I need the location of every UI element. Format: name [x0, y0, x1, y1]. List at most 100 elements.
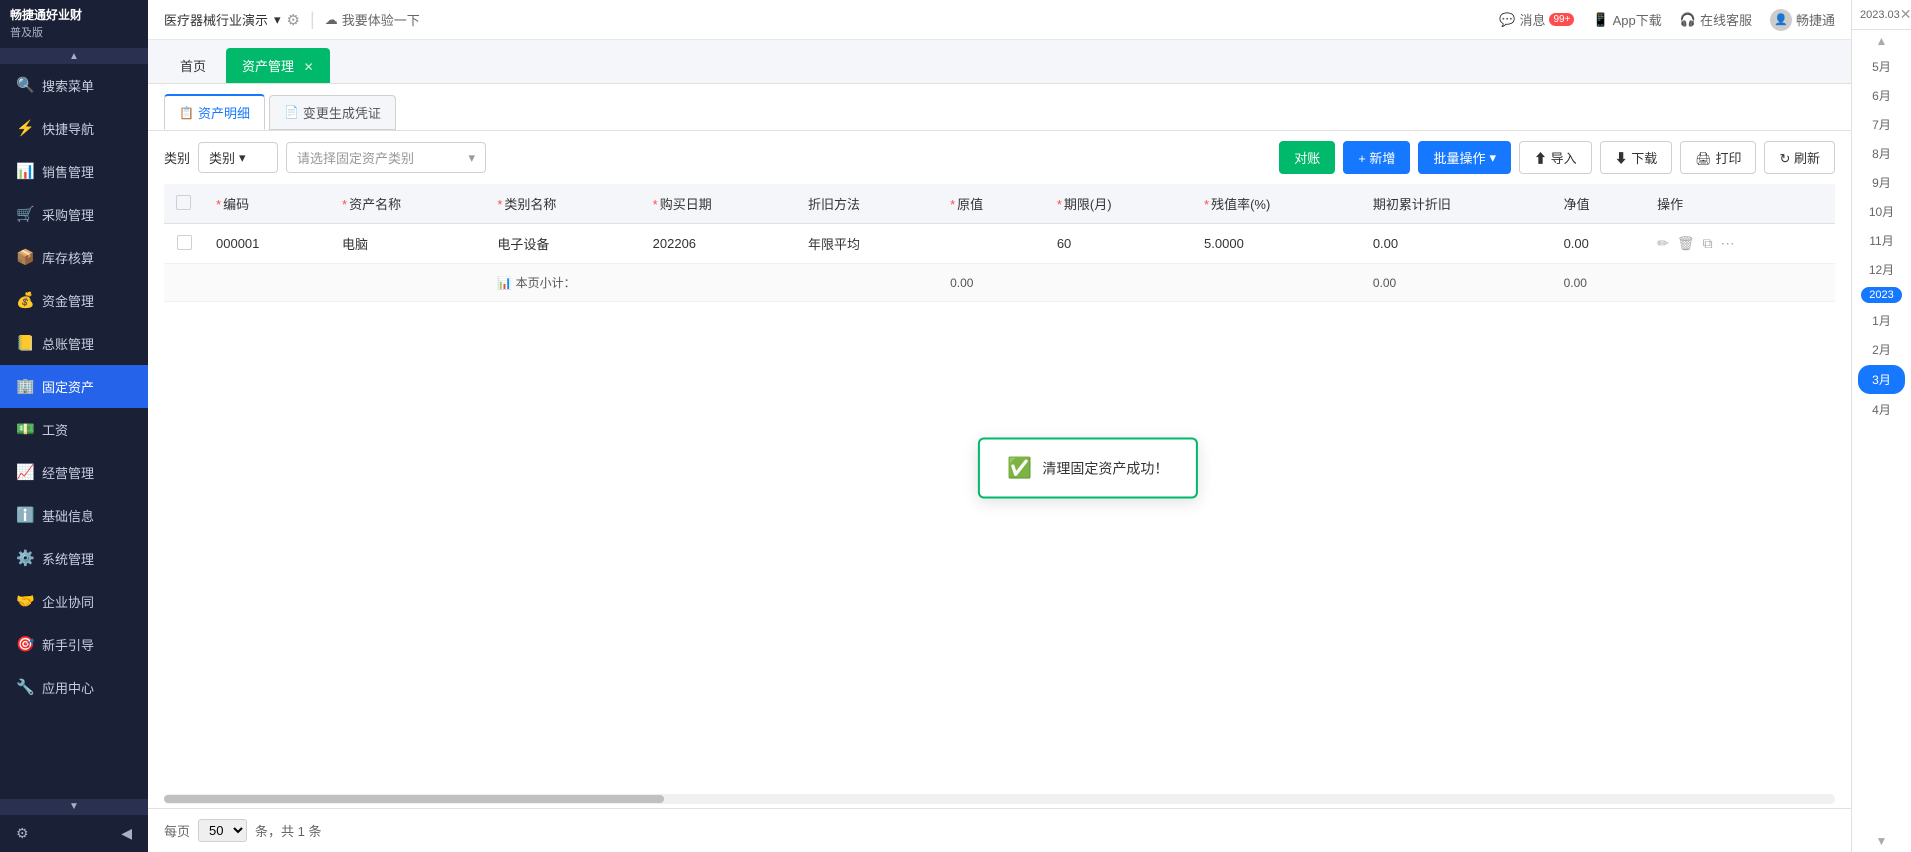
- sidebar-item-collaboration[interactable]: 🤝 企业协同: [0, 580, 148, 623]
- print-btn[interactable]: 🖨 打印: [1680, 141, 1756, 174]
- sidebar-item-app-center[interactable]: 🔧 应用中心: [0, 666, 148, 709]
- sidebar-item-guide[interactable]: 🎯 新手引导: [0, 623, 148, 666]
- sidebar-item-label: 应用中心: [42, 678, 94, 697]
- timeline-month-1[interactable]: 1月: [1852, 306, 1911, 335]
- refresh-btn[interactable]: ↻ 刷新: [1764, 141, 1835, 174]
- timeline-close-icon[interactable]: ✕: [1900, 6, 1911, 23]
- timeline-month-12[interactable]: 12月: [1852, 255, 1911, 284]
- subtotal-original-value: 0.00: [950, 276, 973, 290]
- edit-row-icon[interactable]: ✏: [1657, 235, 1669, 252]
- sidebar-item-label: 系统管理: [42, 549, 94, 568]
- filter-row: 类别 类别 ▾ 请选择固定资产类别 ▾: [164, 142, 486, 173]
- asset-detail-icon: 📋: [179, 106, 194, 120]
- online-service-label: 在线客服: [1700, 10, 1752, 29]
- horizontal-scrollbar[interactable]: [164, 794, 1835, 804]
- row-residual-rate: 5.0000: [1204, 236, 1244, 251]
- timeline-month-7[interactable]: 7月: [1852, 110, 1911, 139]
- th-orig-value-label: 原值: [957, 197, 983, 212]
- timeline-month-4[interactable]: 4月: [1852, 395, 1911, 424]
- sidebar-item-payroll[interactable]: 💵 工资: [0, 408, 148, 451]
- app-download-icon: 📱: [1592, 12, 1608, 28]
- sidebar-scroll-down[interactable]: ▼: [0, 799, 148, 814]
- settings-icon[interactable]: ⚙: [16, 825, 29, 842]
- sidebar-item-funds[interactable]: 💰 资金管理: [0, 279, 148, 322]
- timeline-scroll-up[interactable]: ▲: [1872, 30, 1892, 52]
- sidebar-item-basic-info[interactable]: ℹ️ 基础信息: [0, 494, 148, 537]
- sidebar-scroll-up[interactable]: ▲: [0, 49, 148, 64]
- sidebar-item-system[interactable]: ⚙️ 系统管理: [0, 537, 148, 580]
- sidebar-footer: ⚙ ◀: [0, 814, 148, 852]
- topbar-right: 💬 消息 99+ 📱 App下载 🎧 在线客服 👤 畅捷通: [1499, 9, 1835, 31]
- app-download-btn[interactable]: 📱 App下载: [1592, 10, 1661, 29]
- subtotal-icon: 📊: [497, 276, 512, 290]
- td-subtotal-actions-empty: [1645, 264, 1835, 302]
- new-btn[interactable]: + 新增: [1343, 141, 1410, 174]
- timeline-month-5[interactable]: 5月: [1852, 52, 1911, 81]
- delete-row-icon[interactable]: 🗑: [1677, 235, 1695, 252]
- collapse-sidebar-icon[interactable]: ◀: [121, 825, 132, 842]
- download-btn[interactable]: ⬇ 下载: [1600, 141, 1673, 174]
- th-purchase-date-label: 购买日期: [660, 197, 712, 212]
- td-subtotal-net: 0.00: [1552, 264, 1646, 302]
- assets-table: *编码 *资产名称 *类别名称 *购买日期 折旧方法 *原值 *期限(月) *残…: [164, 184, 1835, 302]
- timeline-scroll-down[interactable]: ▼: [1872, 830, 1892, 852]
- sidebar-item-inventory[interactable]: 📦 库存核算: [0, 236, 148, 279]
- row-checkbox[interactable]: [177, 235, 192, 250]
- category-value-select[interactable]: 请选择固定资产类别 ▾: [286, 142, 486, 173]
- download-icon: ⬇: [1615, 151, 1628, 166]
- category-type-select[interactable]: 类别 ▾: [198, 142, 278, 173]
- timeline-month-10[interactable]: 10月: [1852, 197, 1911, 226]
- inner-tab-asset-detail-label: 资产明细: [198, 103, 250, 122]
- td-subtotal-empty4: [1192, 264, 1361, 302]
- company-dropdown-icon: ▾: [274, 12, 281, 28]
- success-toast: ✅ 清理固定资产成功！: [977, 438, 1198, 499]
- subtotal-accumulated-dep: 0.00: [1373, 276, 1396, 290]
- th-accumulated-dep: 期初累计折旧: [1361, 184, 1552, 224]
- sidebar-item-purchase[interactable]: 🛒 采购管理: [0, 193, 148, 236]
- copy-row-icon[interactable]: ⧉: [1703, 235, 1713, 252]
- sidebar-item-search[interactable]: 🔍 搜索菜单: [0, 64, 148, 107]
- timeline-month-11[interactable]: 11月: [1852, 226, 1911, 255]
- sidebar-item-operations[interactable]: 📈 经营管理: [0, 451, 148, 494]
- sidebar-item-fixed-assets[interactable]: 🏢 固定资产: [0, 365, 148, 408]
- account-btn[interactable]: 对账: [1279, 141, 1335, 174]
- sidebar-menu: 🔍 搜索菜单 ⚡ 快捷导航 📊 销售管理 🛒 采购管理 📦 库存核算 💰 资金管…: [0, 64, 148, 799]
- timeline-month-3-active[interactable]: 3月: [1858, 365, 1905, 394]
- tab-asset-management[interactable]: 资产管理 ✕: [226, 48, 330, 83]
- sidebar-item-quicknav[interactable]: ⚡ 快捷导航: [0, 107, 148, 150]
- tab-close-icon[interactable]: ✕: [304, 60, 314, 74]
- company-selector[interactable]: 医疗器械行业演示 ▾ ⚙: [164, 10, 300, 29]
- td-subtotal-accum-dep: 0.00: [1361, 264, 1552, 302]
- td-subtotal-original: 0.00: [938, 264, 1045, 302]
- batch-btn[interactable]: 批量操作 ▾: [1418, 141, 1511, 174]
- per-page-select[interactable]: 50: [198, 819, 247, 842]
- timeline-month-9[interactable]: 9月: [1852, 168, 1911, 197]
- service-icon: 🎧: [1680, 12, 1696, 28]
- td-category: 电子设备: [485, 224, 640, 264]
- timeline-month-8[interactable]: 8月: [1852, 139, 1911, 168]
- funds-icon: 💰: [16, 291, 34, 309]
- td-subtotal-checkbox: [164, 264, 204, 302]
- scrollbar-thumb[interactable]: [164, 795, 664, 803]
- experience-btn[interactable]: ☁ 我要体验一下: [325, 10, 420, 29]
- row-code: 000001: [216, 236, 259, 251]
- more-row-icon[interactable]: ⋯: [1721, 235, 1735, 252]
- timeline-month-6[interactable]: 6月: [1852, 81, 1911, 110]
- app-logo: 畅捷通好业财: [10, 8, 82, 24]
- select-all-checkbox[interactable]: [176, 195, 191, 210]
- download-label: 下载: [1631, 151, 1657, 166]
- inner-tab-asset-detail[interactable]: 📋 资产明细: [164, 94, 265, 130]
- settings-gear-icon[interactable]: ⚙: [287, 11, 300, 29]
- th-checkbox: [164, 184, 204, 224]
- timeline-month-2[interactable]: 2月: [1852, 335, 1911, 364]
- tab-home[interactable]: 首页: [164, 48, 222, 83]
- user-btn[interactable]: 👤 畅捷通: [1770, 9, 1835, 31]
- inner-tab-generate-voucher[interactable]: 📄 变更生成凭证: [269, 95, 396, 130]
- online-service-btn[interactable]: 🎧 在线客服: [1680, 10, 1752, 29]
- ledger-icon: 📒: [16, 334, 34, 352]
- message-btn[interactable]: 💬 消息 99+: [1499, 10, 1574, 29]
- th-residual-label: 残值率(%): [1211, 197, 1270, 212]
- sidebar-item-sales[interactable]: 📊 销售管理: [0, 150, 148, 193]
- import-btn[interactable]: ⬆ 导入: [1519, 141, 1592, 174]
- sidebar-item-ledger[interactable]: 📒 总账管理: [0, 322, 148, 365]
